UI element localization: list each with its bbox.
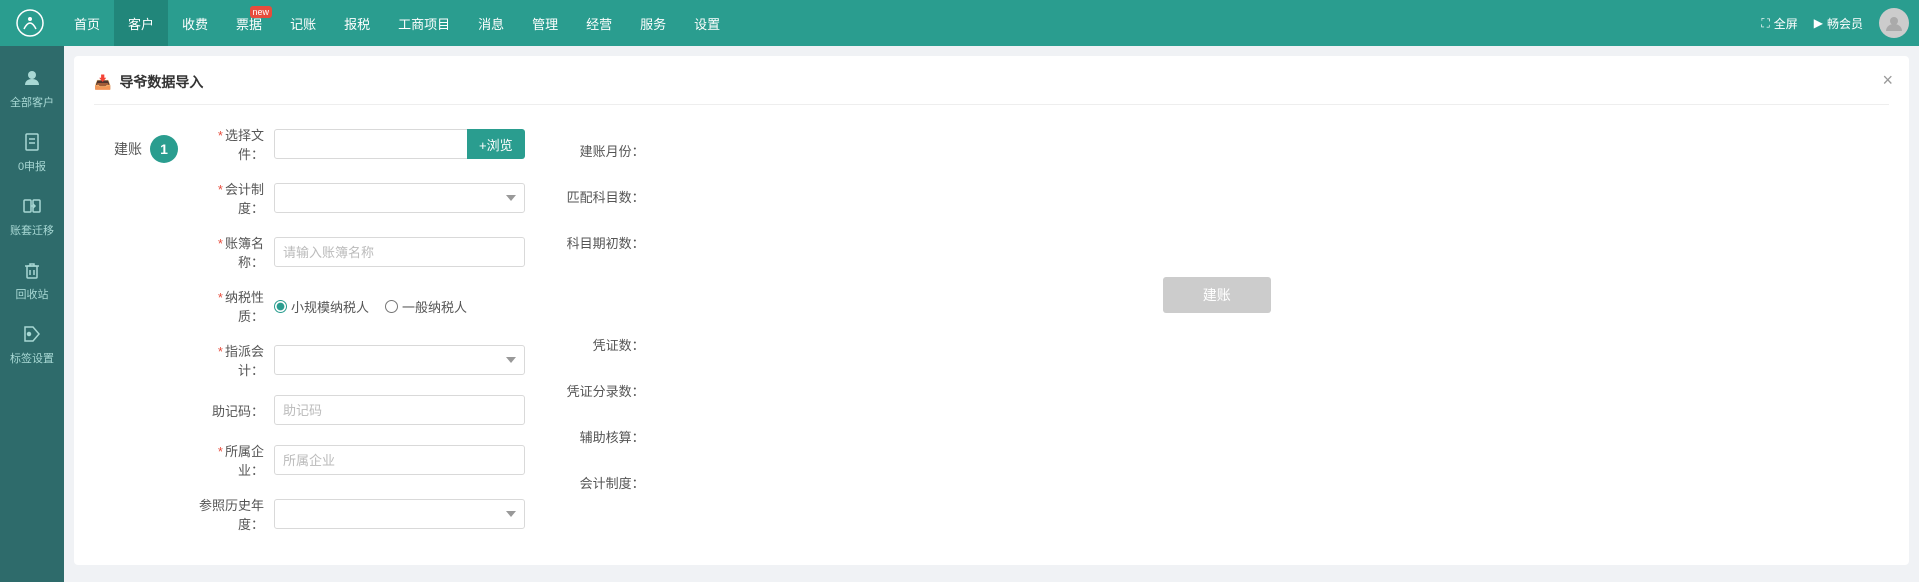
file-select-row: *选择文件： +浏览 <box>194 125 525 163</box>
memo-code-row: 助记码： <box>194 395 525 425</box>
history-year-row: 参照历史年度： <box>194 495 525 533</box>
accounting-system-row: *会计制度： <box>194 179 525 217</box>
fullscreen-icon: ⛶ <box>1761 16 1769 31</box>
accounting-system-label: *会计制度： <box>194 179 274 217</box>
step-section: 建账 1 *选择文件： +浏览 <box>114 125 525 549</box>
memo-code-input[interactable] <box>274 395 525 425</box>
dialog-title: 导爷数据导入 <box>119 72 203 92</box>
radio-small-scale[interactable]: 小规模纳税人 <box>274 297 369 316</box>
top-navigation: 首页 客户 收费 票据 new 记账 报税 工商项目 消息 管理 经营 服务 设… <box>0 0 1919 46</box>
accountant-label: *指派会计： <box>194 341 274 379</box>
close-button[interactable]: × <box>1882 70 1893 91</box>
nav-item-home[interactable]: 首页 <box>60 0 114 46</box>
browse-button[interactable]: +浏览 <box>467 129 525 159</box>
nav-item-message[interactable]: 消息 <box>464 0 518 46</box>
ledger-name-label: *账簿名称： <box>194 233 274 271</box>
build-month-row: 建账月份： <box>565 135 1869 165</box>
dialog-header: 📥 导爷数据导入 <box>94 72 1889 105</box>
accountant-row: *指派会计： <box>194 341 525 379</box>
nav-item-operation[interactable]: 经营 <box>572 0 626 46</box>
fullscreen-button[interactable]: ⛶ 全屏 <box>1761 15 1797 32</box>
tax-type-radio-group: 小规模纳税人 一般纳税人 <box>274 297 467 316</box>
play-icon: ▶ <box>1814 16 1823 30</box>
period-init-label: 科目期初数： <box>565 233 655 252</box>
history-year-select[interactable] <box>274 499 525 529</box>
build-month-label: 建账月份： <box>565 141 655 160</box>
sidebar-item-recycle[interactable]: 回收站 <box>0 248 64 312</box>
new-badge: new <box>250 6 273 18</box>
memo-code-label: 助记码： <box>194 401 274 420</box>
tax-type-row: *纳税性质： 小规模纳税人 一般纳税人 <box>194 287 525 325</box>
radio-general[interactable]: 一般纳税人 <box>385 297 467 316</box>
file-label: *选择文件： <box>194 125 274 163</box>
company-row: *所属企业： <box>194 441 525 479</box>
main-layout: 全部客户 0申报 账套迁移 <box>0 46 1919 582</box>
content-area: 📥 导爷数据导入 × 建账 1 *选择文件： <box>64 46 1919 582</box>
sidebar-item-migrate[interactable]: 账套迁移 <box>0 184 64 248</box>
nav-item-customer[interactable]: 客户 <box>114 0 168 46</box>
label-icon <box>20 322 44 346</box>
ledger-name-input[interactable] <box>274 237 525 267</box>
auxiliary-label: 辅助核算： <box>565 427 655 446</box>
sidebar: 全部客户 0申报 账套迁移 <box>0 46 64 582</box>
import-icon: 📥 <box>94 74 111 91</box>
trash-icon <box>20 258 44 282</box>
tax-type-label: *纳税性质： <box>194 287 274 325</box>
nav-item-invoice[interactable]: 票据 new <box>222 0 276 46</box>
step-text: 建账 <box>114 139 142 159</box>
step-label: 建账 1 <box>114 125 178 163</box>
nav-item-account[interactable]: 记账 <box>276 0 330 46</box>
match-subject-label: 匹配科目数： <box>565 187 655 206</box>
sidebar-item-declaration[interactable]: 0申报 <box>0 120 64 184</box>
form-fields: *选择文件： +浏览 *会计制度： <box>194 125 525 549</box>
app-logo <box>10 3 50 43</box>
avatar[interactable] <box>1879 8 1909 38</box>
dialog: 📥 导爷数据导入 × 建账 1 *选择文件： <box>74 56 1909 565</box>
form-container: 建账 1 *选择文件： +浏览 <box>94 125 1889 549</box>
person-icon <box>20 66 44 90</box>
build-account-button[interactable]: 建账 <box>1163 277 1271 313</box>
accounting-system-select[interactable] <box>274 183 525 213</box>
file-input-wrap: +浏览 <box>274 129 525 159</box>
migrate-icon <box>20 194 44 218</box>
member-button[interactable]: ▶ 畅会员 <box>1814 15 1863 32</box>
right-accounting-system-label: 会计制度： <box>565 473 655 492</box>
period-init-row: 科目期初数： <box>565 227 1869 257</box>
voucher-count-row: 凭证数： <box>565 329 1869 359</box>
nav-item-manage[interactable]: 管理 <box>518 0 572 46</box>
ledger-name-row: *账簿名称： <box>194 233 525 271</box>
voucher-entry-label: 凭证分录数： <box>565 381 655 400</box>
sidebar-item-all-customers[interactable]: 全部客户 <box>0 56 64 120</box>
auxiliary-row: 辅助核算： <box>565 421 1869 451</box>
step-circle: 1 <box>150 135 178 163</box>
right-panel: 建账月份： 匹配科目数： 科目期初数： 建账 <box>565 125 1869 549</box>
accountant-select[interactable] <box>274 345 525 375</box>
sidebar-item-label-settings[interactable]: 标签设置 <box>0 312 64 376</box>
nav-item-settings[interactable]: 设置 <box>680 0 734 46</box>
right-accounting-system-row: 会计制度： <box>565 467 1869 497</box>
nav-item-service[interactable]: 服务 <box>626 0 680 46</box>
file-icon <box>20 130 44 154</box>
company-label: *所属企业： <box>194 441 274 479</box>
history-year-label: 参照历史年度： <box>194 495 274 533</box>
nav-item-fee[interactable]: 收费 <box>168 0 222 46</box>
nav-right: ⛶ 全屏 ▶ 畅会员 <box>1761 8 1909 38</box>
nav-item-bizproject[interactable]: 工商项目 <box>384 0 464 46</box>
voucher-count-label: 凭证数： <box>565 335 655 354</box>
nav-item-tax[interactable]: 报税 <box>330 0 384 46</box>
file-input[interactable] <box>274 129 468 159</box>
company-input[interactable] <box>274 445 525 475</box>
voucher-entry-row: 凭证分录数： <box>565 375 1869 405</box>
match-subject-row: 匹配科目数： <box>565 181 1869 211</box>
